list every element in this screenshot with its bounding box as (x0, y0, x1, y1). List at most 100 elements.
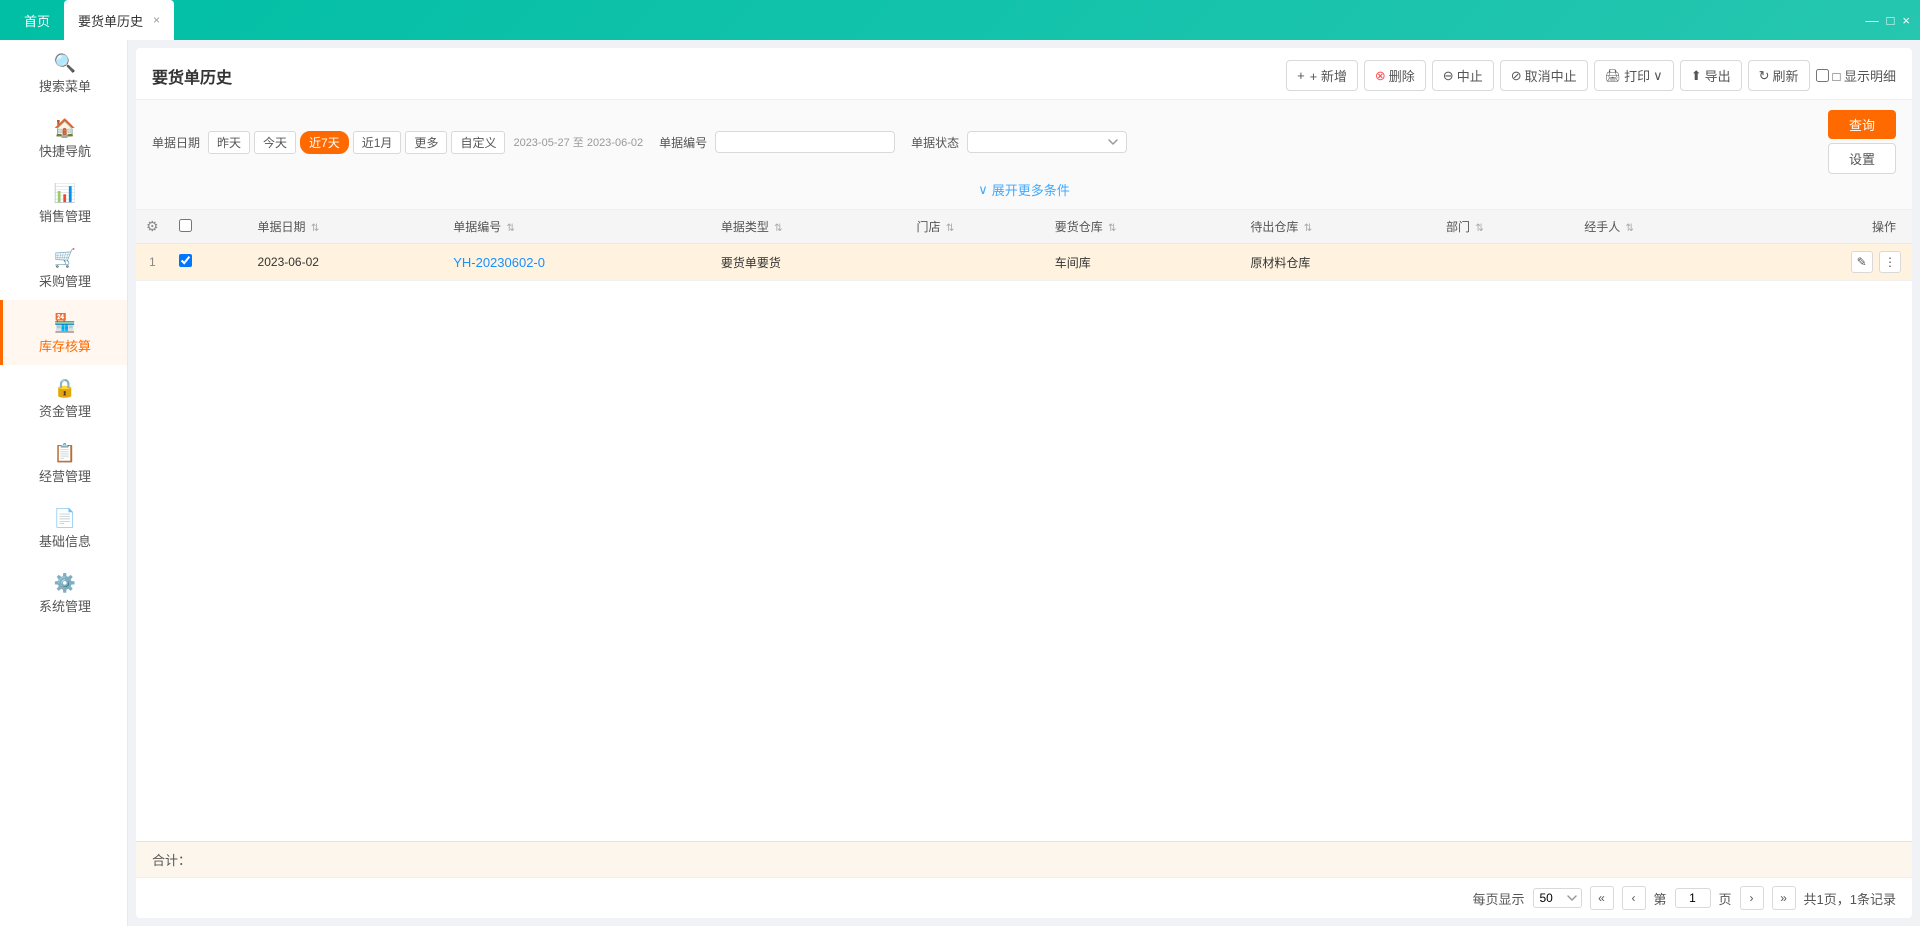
sort-doc-no-icon: ⇅ (507, 223, 515, 234)
delete-icon: ⊗ (1375, 68, 1386, 84)
date-filter-group: 单据日期 昨天 今天 近7天 近1月 更多 自定义 2023-05-27 至 2… (152, 131, 643, 154)
first-page-button[interactable]: « (1590, 886, 1614, 910)
page-size-label: 每页显示 (1472, 889, 1524, 908)
window-close-icon[interactable]: × (1902, 13, 1910, 28)
status-select[interactable] (967, 131, 1127, 153)
sort-doc-type-icon: ⇅ (774, 223, 782, 234)
page-size-select[interactable]: 50 10 20 100 (1533, 888, 1582, 908)
date-btn-custom[interactable]: 自定义 (451, 131, 505, 154)
search-menu-icon: 🔍 (54, 54, 76, 72)
tab-home-label: 首页 (24, 11, 50, 30)
export-button[interactable]: ⬆ 导出 (1680, 60, 1742, 91)
row-handler (1574, 244, 1741, 281)
col-settings[interactable]: ⚙ (136, 210, 169, 244)
table-container: ⚙ 单据日期 ⇅ 单据编号 ⇅ 单据类型 ⇅ 门店 ⇅ 要货仓库 ⇅ 待出仓库 … (136, 210, 1912, 841)
delete-button[interactable]: ⊗ 删除 (1364, 60, 1426, 91)
tab-close-icon[interactable]: × (153, 13, 160, 27)
sidebar-item-basic-info[interactable]: 📄 基础信息 (0, 495, 127, 560)
refresh-button[interactable]: ↻ 刷新 (1748, 60, 1810, 91)
tab-home[interactable]: 首页 (10, 0, 64, 40)
settings-button[interactable]: 设置 (1828, 143, 1896, 174)
sidebar-item-sales-label: 销售管理 (39, 206, 91, 225)
show-detail-checkbox[interactable] (1816, 69, 1829, 82)
query-button[interactable]: 查询 (1828, 110, 1896, 139)
table-row[interactable]: 1 2023-06-02 YH-20230602-0 要货单要货 车间库 原材料… (136, 244, 1912, 281)
sidebar-item-operation-label: 经营管理 (39, 466, 91, 485)
col-op: 操作 (1741, 210, 1912, 244)
cancel-stop-button[interactable]: ⊘ 取消中止 (1500, 60, 1588, 91)
sidebar-item-inventory[interactable]: 🏪 库存核算 (0, 300, 127, 365)
col-dept[interactable]: 部门 ⇅ (1436, 210, 1574, 244)
tab-history[interactable]: 要货单历史 × (64, 0, 174, 40)
col-doc-no[interactable]: 单据编号 ⇅ (443, 210, 711, 244)
date-buttons: 昨天 今天 近7天 近1月 更多 自定义 (208, 131, 505, 154)
row-pending-warehouse: 原材料仓库 (1240, 244, 1436, 281)
window-maximize-icon[interactable]: □ (1887, 13, 1895, 28)
sidebar-item-basic-info-label: 基础信息 (39, 531, 91, 550)
col-store[interactable]: 门店 ⇅ (906, 210, 1044, 244)
doc-no-link[interactable]: YH-20230602-0 (453, 255, 545, 270)
sidebar-item-search-menu-label: 搜索菜单 (39, 76, 91, 95)
sort-doc-date-icon: ⇅ (311, 223, 319, 234)
data-table: ⚙ 单据日期 ⇅ 单据编号 ⇅ 单据类型 ⇅ 门店 ⇅ 要货仓库 ⇅ 待出仓库 … (136, 210, 1912, 281)
page-header: 要货单历史 + + 新增 ⊗ 删除 ⊖ 中止 ⊘ 取消中止 (136, 48, 1912, 100)
date-btn-month1[interactable]: 近1月 (353, 131, 402, 154)
window-minimize-icon[interactable]: — (1866, 13, 1879, 28)
status-label: 单据状态 (911, 134, 959, 151)
expand-icon: ∨ (978, 182, 988, 198)
select-all-checkbox[interactable] (179, 219, 192, 232)
col-req-warehouse[interactable]: 要货仓库 ⇅ (1045, 210, 1241, 244)
row-doc-date: 2023-06-02 (248, 244, 444, 281)
prev-page-button[interactable]: ‹ (1622, 886, 1646, 910)
table-header-row: ⚙ 单据日期 ⇅ 单据编号 ⇅ 单据类型 ⇅ 门店 ⇅ 要货仓库 ⇅ 待出仓库 … (136, 210, 1912, 244)
show-detail-label-text: □ 显示明细 (1833, 66, 1896, 85)
show-detail-toggle[interactable]: □ 显示明细 (1816, 66, 1896, 85)
row-doc-no[interactable]: YH-20230602-0 (443, 244, 711, 281)
sidebar-item-search-menu[interactable]: 🔍 搜索菜单 (0, 40, 127, 105)
filter-row: 单据日期 昨天 今天 近7天 近1月 更多 自定义 2023-05-27 至 2… (152, 110, 1896, 174)
sidebar-item-quick-nav[interactable]: 🏠 快捷导航 (0, 105, 127, 170)
date-btn-more[interactable]: 更多 (405, 131, 447, 154)
main-layout: 🔍 搜索菜单 🏠 快捷导航 📊 销售管理 🛒 采购管理 🏪 库存核算 🔒 资金管… (0, 40, 1920, 926)
refresh-icon: ↻ (1759, 68, 1770, 84)
col-handler[interactable]: 经手人 ⇅ (1574, 210, 1741, 244)
next-page-button[interactable]: › (1740, 886, 1764, 910)
content-area: 要货单历史 + + 新增 ⊗ 删除 ⊖ 中止 ⊘ 取消中止 (136, 48, 1912, 918)
row-edit-button[interactable]: ✎ (1851, 251, 1873, 273)
date-filter-label: 单据日期 (152, 134, 200, 151)
export-icon: ⬆ (1691, 68, 1702, 84)
sidebar-item-finance[interactable]: 🔒 资金管理 (0, 365, 127, 430)
sidebar-item-operation[interactable]: 📋 经营管理 (0, 430, 127, 495)
col-checkbox (169, 210, 248, 244)
new-button[interactable]: + + 新增 (1286, 60, 1358, 91)
new-icon: + (1297, 68, 1305, 83)
doc-no-input[interactable] (715, 131, 895, 153)
row-dept (1436, 244, 1574, 281)
date-btn-week7[interactable]: 近7天 (300, 131, 349, 154)
filter-area: 单据日期 昨天 今天 近7天 近1月 更多 自定义 2023-05-27 至 2… (136, 100, 1912, 210)
stop-button[interactable]: ⊖ 中止 (1432, 60, 1494, 91)
last-page-button[interactable]: » (1772, 886, 1796, 910)
page-input[interactable] (1675, 888, 1711, 908)
row-op: ✎ ⋮ (1741, 244, 1912, 281)
expand-label: 展开更多条件 (992, 180, 1070, 199)
sidebar-item-purchase-label: 采购管理 (39, 271, 91, 290)
date-btn-yesterday[interactable]: 昨天 (208, 131, 250, 154)
sidebar-item-quick-nav-label: 快捷导航 (39, 141, 91, 160)
row-store (906, 244, 1044, 281)
page-title: 要货单历史 (152, 64, 1278, 88)
print-button[interactable]: 🖨 打印 ∨ (1594, 60, 1674, 91)
expand-more[interactable]: ∨ 展开更多条件 (152, 180, 1896, 199)
date-btn-today[interactable]: 今天 (254, 131, 296, 154)
row-more-button[interactable]: ⋮ (1879, 251, 1901, 273)
summary-label: 合计： (152, 853, 191, 868)
status-filter-group: 单据状态 (911, 131, 1127, 153)
sidebar-item-purchase[interactable]: 🛒 采购管理 (0, 235, 127, 300)
sidebar-item-sales[interactable]: 📊 销售管理 (0, 170, 127, 235)
row-checkbox[interactable] (169, 244, 248, 281)
sales-icon: 📊 (54, 184, 76, 202)
col-pending-warehouse[interactable]: 待出仓库 ⇅ (1240, 210, 1436, 244)
sidebar-item-system[interactable]: ⚙️ 系统管理 (0, 560, 127, 625)
col-doc-date[interactable]: 单据日期 ⇅ (248, 210, 444, 244)
col-doc-type[interactable]: 单据类型 ⇅ (711, 210, 907, 244)
